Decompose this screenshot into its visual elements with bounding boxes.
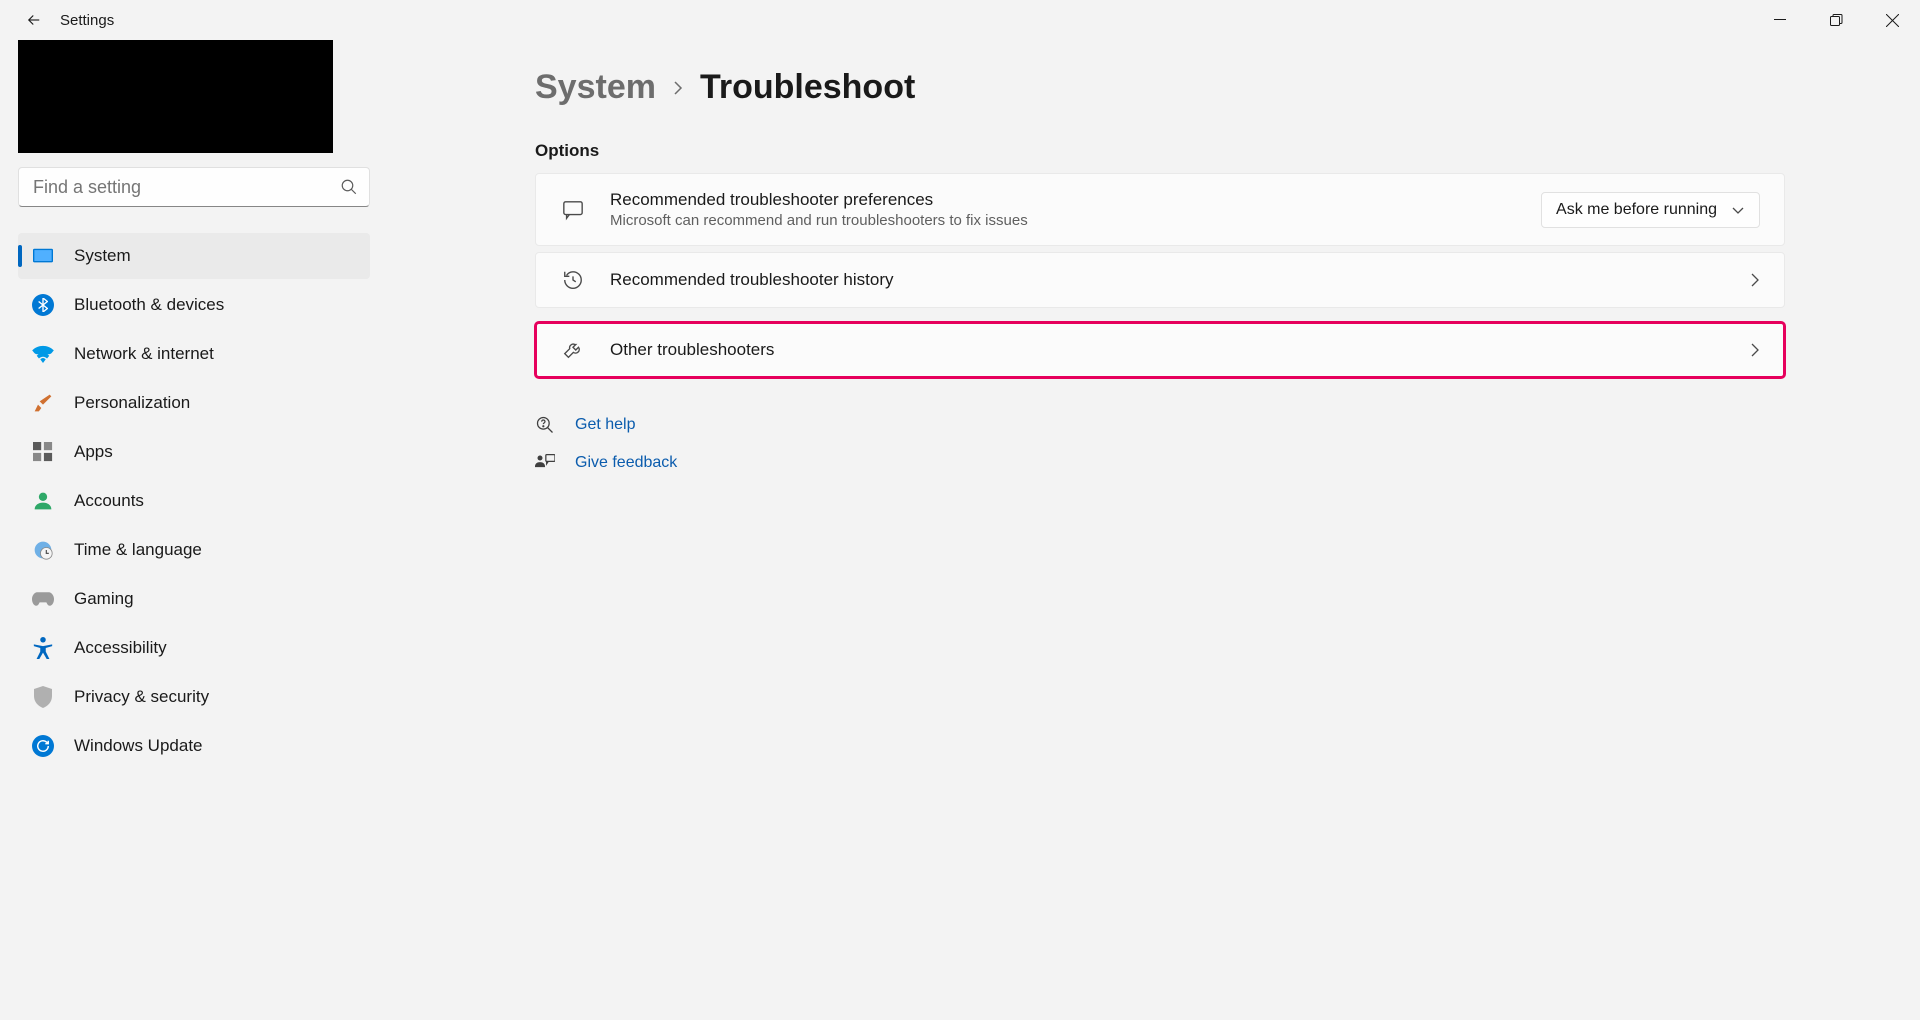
chat-icon [560,199,586,221]
bluetooth-icon [32,294,54,316]
minimize-icon [1774,14,1786,26]
brush-icon [32,392,54,414]
main-content: System Troubleshoot Options Recommended … [370,40,1920,1020]
maximize-icon [1830,14,1843,27]
search-box[interactable] [18,167,370,207]
sidebar-item-personalization[interactable]: Personalization [18,380,370,426]
sidebar-item-time[interactable]: Time & language [18,527,370,573]
card-title: Recommended troubleshooter history [610,270,1750,290]
wifi-icon [32,343,54,365]
sidebar-item-label: Accounts [74,491,144,511]
search-icon [329,178,369,196]
gamepad-icon [32,588,54,610]
sidebar-item-apps[interactable]: Apps [18,429,370,475]
account-block[interactable] [18,40,333,153]
back-button[interactable] [14,0,54,40]
card-subtitle: Microsoft can recommend and run troubles… [610,212,1541,229]
history-icon [560,269,586,291]
window-controls [1752,0,1920,40]
sidebar-item-accessibility[interactable]: Accessibility [18,625,370,671]
sidebar: System Bluetooth & devices Network & int… [0,40,370,1020]
card-troubleshooter-preferences[interactable]: Recommended troubleshooter preferences M… [535,173,1785,246]
arrow-left-icon [25,11,43,29]
sidebar-item-label: Windows Update [74,736,203,756]
close-icon [1886,14,1899,27]
sidebar-item-label: System [74,246,131,266]
chevron-down-icon [1731,205,1745,215]
feedback-icon [535,454,555,472]
nav-list: System Bluetooth & devices Network & int… [18,233,358,769]
maximize-button[interactable] [1808,0,1864,40]
close-button[interactable] [1864,0,1920,40]
update-icon [32,735,54,757]
page-title: Troubleshoot [700,68,915,107]
chevron-right-icon [672,80,684,96]
minimize-button[interactable] [1752,0,1808,40]
sidebar-item-label: Accessibility [74,638,167,658]
sidebar-item-label: Time & language [74,540,202,560]
apps-icon [32,441,54,463]
window-title: Settings [60,12,114,29]
sidebar-item-bluetooth[interactable]: Bluetooth & devices [18,282,370,328]
breadcrumb-parent[interactable]: System [535,68,656,107]
chevron-right-icon [1750,342,1760,358]
sidebar-item-label: Bluetooth & devices [74,295,224,315]
chevron-right-icon [1750,272,1760,288]
get-help-link[interactable]: Get help [575,416,635,434]
preferences-dropdown[interactable]: Ask me before running [1541,192,1760,228]
sidebar-item-label: Personalization [74,393,190,413]
help-icon [535,415,555,435]
dropdown-value: Ask me before running [1556,201,1717,219]
card-title: Other troubleshooters [610,340,1750,360]
give-feedback-link[interactable]: Give feedback [575,454,677,472]
titlebar: Settings [0,0,1920,40]
sidebar-item-gaming[interactable]: Gaming [18,576,370,622]
sidebar-item-label: Gaming [74,589,134,609]
help-links: Get help Give feedback [535,406,1860,482]
system-icon [32,245,54,267]
sidebar-item-label: Network & internet [74,344,214,364]
accessibility-icon [32,637,54,659]
card-troubleshooter-history[interactable]: Recommended troubleshooter history [535,252,1785,308]
clock-globe-icon [32,539,54,561]
person-icon [32,490,54,512]
shield-icon [32,686,54,708]
sidebar-item-label: Apps [74,442,113,462]
sidebar-item-system[interactable]: System [18,233,370,279]
card-title: Recommended troubleshooter preferences [610,190,1541,210]
section-label-options: Options [535,141,1860,161]
breadcrumb: System Troubleshoot [535,68,1860,107]
sidebar-item-network[interactable]: Network & internet [18,331,370,377]
sidebar-item-windows-update[interactable]: Windows Update [18,723,370,769]
sidebar-item-accounts[interactable]: Accounts [18,478,370,524]
sidebar-item-label: Privacy & security [74,687,209,707]
search-input[interactable] [19,177,329,198]
sidebar-item-privacy[interactable]: Privacy & security [18,674,370,720]
card-other-troubleshooters[interactable]: Other troubleshooters [535,322,1785,378]
get-help-row: Get help [535,406,1860,444]
give-feedback-row: Give feedback [535,444,1860,482]
wrench-icon [560,339,586,361]
